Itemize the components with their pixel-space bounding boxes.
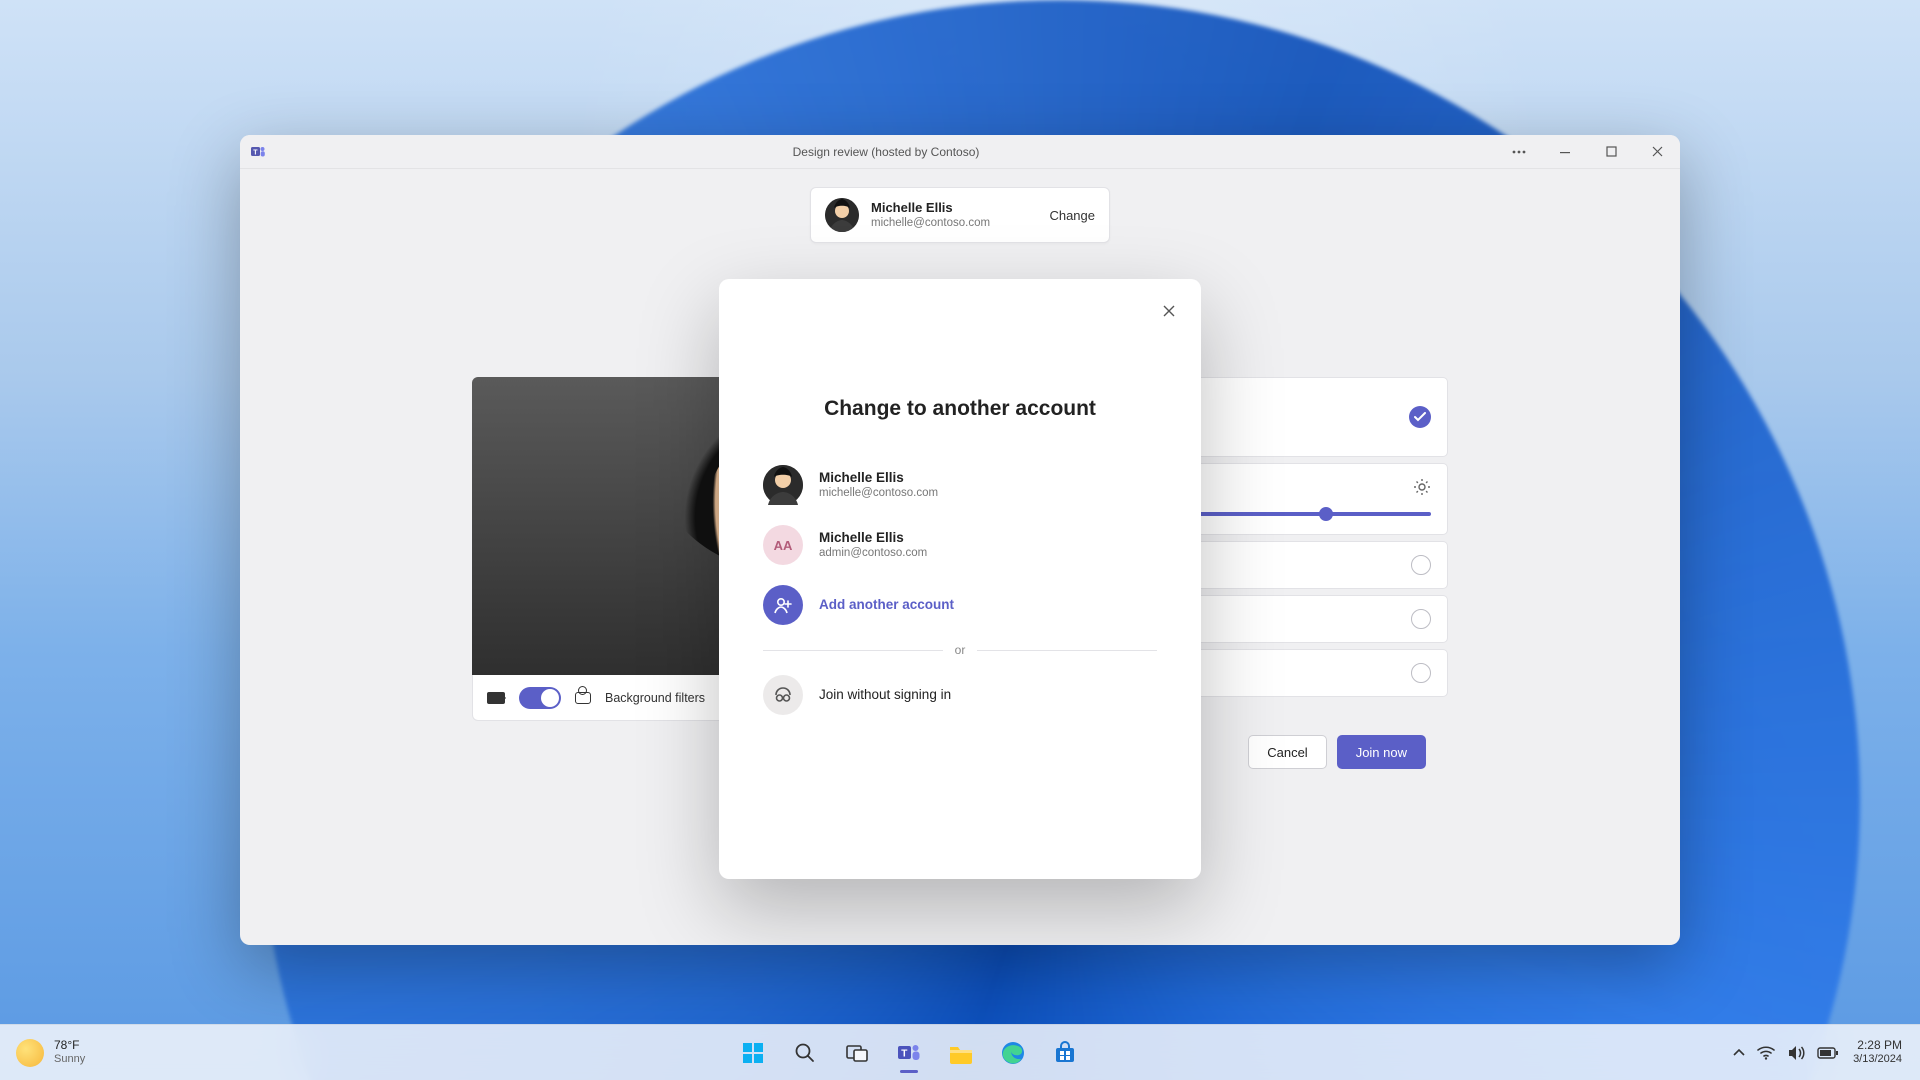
add-account-icon <box>763 585 803 625</box>
join-anonymous-option[interactable]: Join without signing in <box>763 665 1157 725</box>
add-account-label: Add another account <box>819 596 954 614</box>
account-name: Michelle Ellis <box>819 469 938 487</box>
edge-taskbar-button[interactable] <box>991 1031 1035 1075</box>
titlebar: T Design review (hosted by Contoso) <box>240 135 1680 169</box>
store-taskbar-button[interactable] <box>1043 1031 1087 1075</box>
maximize-button[interactable] <box>1588 135 1634 169</box>
dialog-close-button[interactable] <box>1155 297 1183 325</box>
taskbar-center: T <box>85 1031 1733 1075</box>
add-account-option[interactable]: Add another account <box>763 575 1157 635</box>
weather-icon <box>16 1039 44 1067</box>
taskbar-clock[interactable]: 2:28 PM 3/13/2024 <box>1853 1039 1902 1065</box>
clock-time: 2:28 PM <box>1853 1039 1902 1053</box>
explorer-taskbar-button[interactable] <box>939 1031 983 1075</box>
account-email: michelle@contoso.com <box>819 486 938 501</box>
wifi-icon[interactable] <box>1757 1046 1775 1060</box>
battery-icon[interactable] <box>1817 1047 1839 1059</box>
search-button[interactable] <box>783 1031 827 1075</box>
desktop: T Design review (hosted by Contoso) <box>0 0 1920 1080</box>
close-button[interactable] <box>1634 135 1680 169</box>
teams-taskbar-button[interactable]: T <box>887 1031 931 1075</box>
modal-layer: Change to another account Michelle Ellis… <box>240 169 1680 945</box>
account-name: Michelle Ellis <box>819 529 927 547</box>
task-view-button[interactable] <box>835 1031 879 1075</box>
tray-overflow-button[interactable] <box>1733 1049 1745 1057</box>
anonymous-label: Join without signing in <box>819 686 951 704</box>
volume-icon[interactable] <box>1787 1045 1805 1061</box>
dialog-title: Change to another account <box>763 397 1157 421</box>
teams-prejoin-window: T Design review (hosted by Contoso) <box>240 135 1680 945</box>
avatar-initials: AA <box>763 525 803 565</box>
minimize-button[interactable] <box>1542 135 1588 169</box>
change-account-dialog: Change to another account Michelle Ellis… <box>719 279 1201 879</box>
divider-or: or <box>763 643 1157 657</box>
weather-desc: Sunny <box>54 1053 85 1066</box>
taskbar-tray: 2:28 PM 3/13/2024 <box>1733 1039 1920 1065</box>
taskbar-weather[interactable]: 78°F Sunny <box>0 1039 85 1067</box>
avatar <box>763 465 803 505</box>
clock-date: 3/13/2024 <box>1853 1053 1902 1066</box>
account-option-primary[interactable]: Michelle Ellis michelle@contoso.com <box>763 455 1157 515</box>
taskbar: 78°F Sunny T <box>0 1024 1920 1080</box>
teams-app-icon: T <box>240 144 276 160</box>
start-button[interactable] <box>731 1031 775 1075</box>
svg-text:T: T <box>901 1048 907 1059</box>
prejoin-body: Michelle Ellis michelle@contoso.com Chan… <box>240 169 1680 945</box>
anonymous-icon <box>763 675 803 715</box>
svg-text:T: T <box>253 149 258 156</box>
weather-temp: 78°F <box>54 1039 85 1053</box>
account-option-admin[interactable]: AA Michelle Ellis admin@contoso.com <box>763 515 1157 575</box>
window-title: Design review (hosted by Contoso) <box>276 145 1496 159</box>
account-email: admin@contoso.com <box>819 546 927 561</box>
more-button[interactable] <box>1496 135 1542 169</box>
